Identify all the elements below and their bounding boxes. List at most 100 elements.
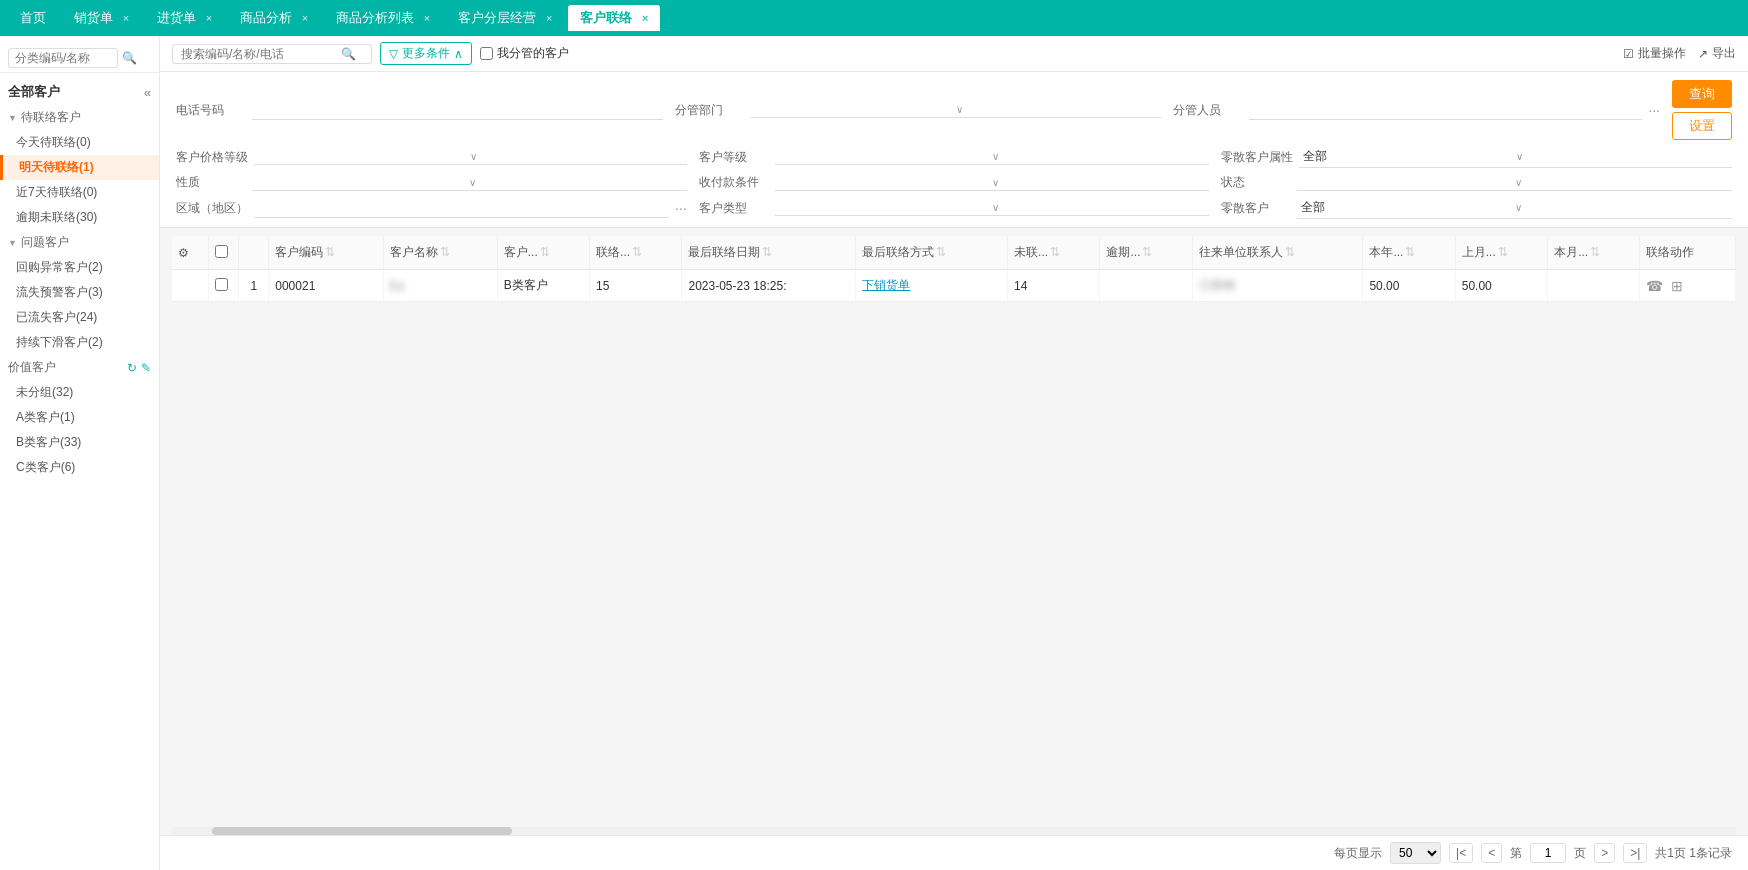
region-label: 区域（地区） bbox=[176, 200, 248, 217]
page-size-select[interactable]: 10 20 50 100 bbox=[1390, 842, 1441, 864]
row-select-checkbox[interactable] bbox=[215, 278, 228, 291]
nav-product-analysis[interactable]: 商品分析 × bbox=[228, 5, 320, 31]
col-contact[interactable]: 联络...⇅ bbox=[590, 236, 682, 270]
sidebar-week-contact[interactable]: 近7天待联络(0) bbox=[0, 180, 159, 205]
collapse-icon[interactable]: « bbox=[144, 85, 151, 100]
first-page-btn[interactable]: |< bbox=[1449, 843, 1473, 863]
edit-value-icon[interactable]: ✎ bbox=[141, 361, 151, 375]
contact-action-icon[interactable]: ☎ bbox=[1646, 278, 1663, 294]
sidebar-search-icon[interactable]: 🔍 bbox=[122, 51, 137, 65]
col-code[interactable]: 客户编码⇅ bbox=[269, 236, 383, 270]
payment-select[interactable]: ∨ bbox=[775, 175, 1210, 191]
price-caret-icon: ∨ bbox=[470, 151, 682, 162]
batch-op-btn[interactable]: ☑ 批量操作 bbox=[1623, 45, 1686, 62]
sort-code-icon: ⇅ bbox=[325, 245, 335, 259]
problem-group-label: 问题客户 bbox=[0, 230, 159, 255]
my-customers-check[interactable]: 我分管的客户 bbox=[480, 45, 569, 62]
nav-purchase[interactable]: 进货单 × bbox=[145, 5, 224, 31]
person-dots-icon[interactable]: ··· bbox=[1648, 102, 1660, 118]
col-unit-contacts[interactable]: 往来单位联系人⇅ bbox=[1192, 236, 1363, 270]
sidebar-tomorrow-contact[interactable]: 明天待联络(1) bbox=[0, 155, 159, 180]
col-uncontacted[interactable]: 未联...⇅ bbox=[1008, 236, 1100, 270]
nav-home[interactable]: 首页 bbox=[8, 5, 58, 31]
nav-customer-layer[interactable]: 客户分层经营 × bbox=[446, 5, 564, 31]
payment-caret-icon: ∨ bbox=[992, 177, 1205, 188]
customer-type-select[interactable]: ∨ bbox=[775, 200, 1210, 216]
col-type[interactable]: 客户...⇅ bbox=[497, 236, 589, 270]
sidebar-today-contact[interactable]: 今天待联络(0) bbox=[0, 130, 159, 155]
close-sales-icon[interactable]: × bbox=[123, 12, 129, 24]
more-filter-btn[interactable]: ▽ 更多条件 ∧ bbox=[380, 42, 472, 65]
main-search-input[interactable] bbox=[181, 47, 341, 61]
retail-attr-select[interactable]: 全部 ∨ bbox=[1299, 146, 1732, 168]
col-last-date[interactable]: 最后联络日期⇅ bbox=[682, 236, 856, 270]
filter-row-4: 区域（地区） ··· 客户类型 ∨ 零散客户 全部 ∨ bbox=[176, 197, 1732, 219]
col-name[interactable]: 客户名称⇅ bbox=[383, 236, 497, 270]
page-input[interactable]: 1 bbox=[1530, 843, 1566, 863]
customer-level-select[interactable]: ∨ bbox=[775, 149, 1210, 165]
export-btn[interactable]: ↗ 导出 bbox=[1698, 45, 1736, 62]
next-page-btn[interactable]: > bbox=[1594, 843, 1615, 863]
sidebar-declining[interactable]: 持续下滑客户(2) bbox=[0, 330, 159, 355]
sort-name-icon: ⇅ bbox=[440, 245, 450, 259]
main-search-icon[interactable]: 🔍 bbox=[341, 47, 356, 61]
sidebar-b-class[interactable]: B类客户(33) bbox=[0, 430, 159, 455]
type-caret-icon: ∨ bbox=[992, 202, 1205, 213]
close-purchase-icon[interactable]: × bbox=[206, 12, 212, 24]
filter-row-3: 性质 ∨ 收付款条件 ∨ 状态 bbox=[176, 174, 1732, 191]
value-group-label: 价值客户 ↻ ✎ bbox=[0, 355, 159, 380]
sidebar-overdue-contact[interactable]: 逾期未联络(30) bbox=[0, 205, 159, 230]
sidebar-a-class[interactable]: A类客户(1) bbox=[0, 405, 159, 430]
my-customers-checkbox[interactable] bbox=[480, 47, 493, 60]
row-checkbox[interactable] bbox=[209, 270, 239, 302]
last-page-btn[interactable]: >| bbox=[1623, 843, 1647, 863]
status-caret-icon: ∨ bbox=[1515, 177, 1728, 188]
dept-select-wrap[interactable]: ∨ bbox=[751, 102, 1162, 118]
close-list-icon[interactable]: × bbox=[424, 12, 430, 24]
region-dots-icon[interactable]: ··· bbox=[675, 200, 687, 216]
phone-input[interactable] bbox=[252, 101, 663, 120]
export-icon: ↗ bbox=[1698, 47, 1708, 61]
sidebar-abnormal-repurchase[interactable]: 回购异常客户(2) bbox=[0, 255, 159, 280]
col-this-month[interactable]: 本月...⇅ bbox=[1548, 236, 1640, 270]
sidebar-churn-warning[interactable]: 流失预警客户(3) bbox=[0, 280, 159, 305]
col-this-year[interactable]: 本年...⇅ bbox=[1363, 236, 1455, 270]
sidebar-ungrouped[interactable]: 未分组(32) bbox=[0, 380, 159, 405]
settings-icon[interactable]: ⚙ bbox=[178, 246, 189, 260]
query-btn[interactable]: 查询 bbox=[1672, 80, 1732, 108]
status-select[interactable]: ∨ bbox=[1297, 175, 1732, 191]
table-scroll-thumb[interactable] bbox=[212, 827, 512, 835]
col-overdue[interactable]: 逾期...⇅ bbox=[1100, 236, 1192, 270]
set-btn[interactable]: 设置 bbox=[1672, 112, 1732, 140]
last-method-link[interactable]: 下销货单 bbox=[862, 278, 910, 292]
filter-phone: 电话号码 bbox=[176, 101, 663, 120]
sidebar-c-class[interactable]: C类客户(6) bbox=[0, 455, 159, 480]
close-contact-icon[interactable]: × bbox=[642, 12, 648, 24]
select-all-checkbox[interactable] bbox=[215, 245, 228, 258]
content-area: 🔍 ▽ 更多条件 ∧ 我分管的客户 ☑ 批量操作 ↗ 导出 bbox=[160, 36, 1748, 870]
col-settings[interactable]: ⚙ bbox=[172, 236, 209, 270]
sidebar-churned[interactable]: 已流失客户(24) bbox=[0, 305, 159, 330]
close-layer-icon[interactable]: × bbox=[546, 12, 552, 24]
row-last-method[interactable]: 下销货单 bbox=[856, 270, 1008, 302]
refresh-value-icon[interactable]: ↻ bbox=[127, 361, 137, 375]
prev-page-btn[interactable]: < bbox=[1481, 843, 1502, 863]
retail-customer-select[interactable]: 全部 ∨ bbox=[1297, 197, 1732, 219]
close-product-icon[interactable]: × bbox=[302, 12, 308, 24]
export-label: 导出 bbox=[1712, 45, 1736, 62]
sidebar-search-input[interactable] bbox=[8, 48, 118, 68]
table-row: 1 000021 Ea B类客户 15 2023-05-23 18:25: 下销… bbox=[172, 270, 1736, 302]
region-input[interactable] bbox=[254, 199, 669, 218]
nav-product-list[interactable]: 商品分析列表 × bbox=[324, 5, 442, 31]
nav-customer-contact[interactable]: 客户联络 × bbox=[568, 5, 660, 31]
col-checkbox[interactable] bbox=[209, 236, 239, 270]
col-last-method[interactable]: 最后联络方式⇅ bbox=[856, 236, 1008, 270]
nav-sales[interactable]: 销货单 × bbox=[62, 5, 141, 31]
person-input[interactable] bbox=[1249, 101, 1642, 120]
nature-select[interactable]: ∨ bbox=[252, 175, 687, 191]
row-unit-contacts: 已模糊 bbox=[1192, 270, 1363, 302]
price-level-select[interactable]: ∨ bbox=[254, 149, 687, 165]
customer-table: ⚙ 客户编码⇅ 客户名称⇅ 客户...⇅ 联络...⇅ 最后联络日期⇅ 最后联络… bbox=[172, 236, 1736, 302]
grid-action-icon[interactable]: ⊞ bbox=[1671, 278, 1683, 294]
col-last-month[interactable]: 上月...⇅ bbox=[1455, 236, 1547, 270]
